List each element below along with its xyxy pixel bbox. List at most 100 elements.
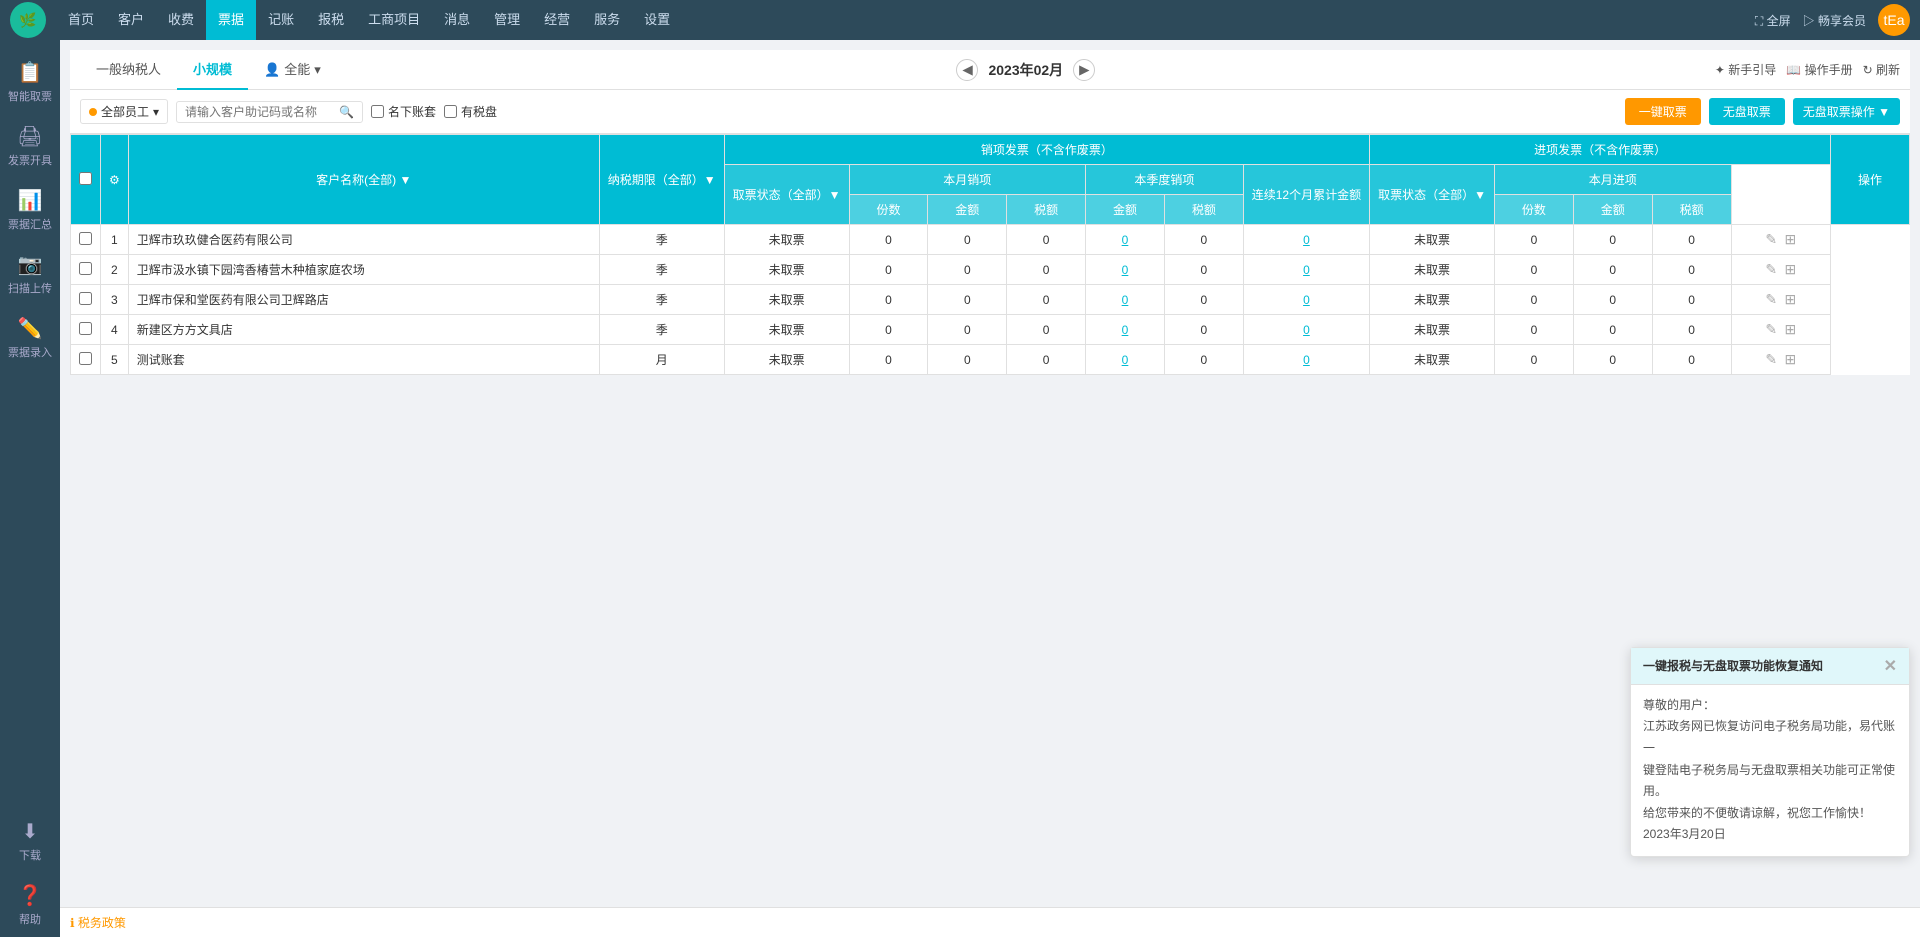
tabs-right-actions: ✦ 新手引导 📖 操作手册 ↻ 刷新 — [1715, 61, 1900, 78]
tab-general-taxpayer[interactable]: 一般纳税人 — [80, 50, 177, 90]
top-nav-item-票据[interactable]: 票据 — [206, 0, 256, 40]
table-row: 1 卫辉市玖玖健合医药有限公司 季 未取票 0 0 0 0 0 0 未取票 0 … — [71, 225, 1910, 255]
row-sales-q-amount: 0 — [1086, 255, 1165, 285]
edit-icon[interactable]: ✎ — [1765, 261, 1777, 277]
vip-btn[interactable]: ▷ 畅享会员 — [1803, 12, 1866, 29]
no-disk-ops-btn[interactable]: 无盘取票操作 ▼ — [1793, 98, 1900, 125]
manual-btn[interactable]: 📖 操作手册 — [1786, 61, 1852, 78]
col-customer-header: 客户名称(全部) ▼ — [128, 135, 599, 225]
sidebar-label: 票据录入 — [8, 344, 52, 360]
sidebar-icon: 📋 — [18, 60, 43, 85]
edit-icon[interactable]: ✎ — [1765, 291, 1777, 307]
row-checkbox[interactable] — [79, 322, 92, 335]
top-nav-item-设置[interactable]: 设置 — [632, 0, 682, 40]
edit-icon[interactable]: ✎ — [1765, 231, 1777, 247]
row-checkbox[interactable] — [79, 232, 92, 245]
notification-line: 给您带来的不便敬请谅解，祝您工作愉快！ — [1643, 803, 1897, 825]
settings-icon[interactable]: ⚙ — [109, 173, 120, 187]
search-input[interactable] — [185, 105, 335, 119]
row-purchase-m-amount: 0 — [1573, 255, 1652, 285]
col-action-header: 操作 — [1831, 135, 1910, 225]
col-purchase-monthly-header: 本月进项 — [1495, 165, 1732, 195]
top-nav-item-记账[interactable]: 记账 — [256, 0, 306, 40]
view-icon[interactable]: ⊞ — [1785, 231, 1797, 247]
one-key-fetch-btn[interactable]: 一键取票 — [1625, 98, 1701, 125]
avatar[interactable]: tEa — [1878, 4, 1910, 36]
tab-small-scale[interactable]: 小规模 — [177, 50, 248, 90]
under-account-checkbox[interactable] — [371, 105, 384, 118]
col-sales-yearly-header: 连续12个月累计金额 — [1243, 165, 1369, 225]
row-sales-m-amount: 0 — [928, 255, 1007, 285]
view-icon[interactable]: ⊞ — [1785, 321, 1797, 337]
row-purchase-status: 未取票 — [1370, 255, 1495, 285]
top-nav-item-收费[interactable]: 收费 — [156, 0, 206, 40]
top-nav-item-服务[interactable]: 服务 — [582, 0, 632, 40]
row-sales-m-amount: 0 — [928, 285, 1007, 315]
prev-month-btn[interactable]: ◀ — [956, 59, 978, 81]
row-tax-period: 季 — [599, 315, 724, 345]
row-actions: ✎ ⊞ — [1731, 315, 1831, 345]
sidebar-label: 智能取票 — [8, 88, 52, 104]
filter-dot — [89, 108, 97, 116]
row-actions: ✎ ⊞ — [1731, 255, 1831, 285]
row-sales-q-tax: 0 — [1164, 285, 1243, 315]
has-disk-checkbox[interactable] — [444, 105, 457, 118]
sidebar-icon: 📷 — [18, 252, 43, 277]
view-icon[interactable]: ⊞ — [1785, 291, 1797, 307]
notification-close-btn[interactable]: ✕ — [1884, 656, 1897, 676]
no-disk-fetch-btn[interactable]: 无盘取票 — [1709, 98, 1785, 125]
row-no-cell: 5 — [101, 345, 129, 375]
top-nav-right: ⛶ 全屏 ▷ 畅享会员 tEa — [1755, 4, 1910, 36]
top-nav-item-工商项目[interactable]: 工商项目 — [356, 0, 432, 40]
new-guide-btn[interactable]: ✦ 新手引导 — [1715, 61, 1776, 78]
sidebar-bottom-item-下载[interactable]: ⬇下载 — [0, 809, 60, 873]
row-sales-m-amount: 0 — [928, 315, 1007, 345]
tab-all[interactable]: 👤 全能 ▾ — [248, 50, 337, 90]
employee-filter[interactable]: 全部员工 ▾ — [80, 99, 168, 124]
col-purchase-m-count: 份数 — [1495, 195, 1574, 225]
sidebar-bottom-item-帮助[interactable]: ❓帮助 — [0, 873, 60, 937]
row-purchase-m-count: 0 — [1495, 225, 1574, 255]
row-checkbox[interactable] — [79, 292, 92, 305]
top-nav-item-消息[interactable]: 消息 — [432, 0, 482, 40]
sidebar-icon: 🖨 — [17, 124, 42, 149]
top-nav-item-报税[interactable]: 报税 — [306, 0, 356, 40]
sidebar-item-智能取票[interactable]: 📋 智能取票 — [0, 50, 60, 114]
top-nav-item-首页[interactable]: 首页 — [56, 0, 106, 40]
svg-text:🌿: 🌿 — [19, 12, 36, 29]
sidebar-label: 发票开具 — [8, 152, 52, 168]
fullscreen-btn[interactable]: ⛶ 全屏 — [1755, 12, 1791, 29]
row-sales-m-count: 0 — [849, 315, 928, 345]
row-sales-yearly: 0 — [1243, 225, 1369, 255]
view-icon[interactable]: ⊞ — [1785, 351, 1797, 367]
refresh-btn[interactable]: ↻ 刷新 — [1863, 61, 1900, 78]
row-sales-yearly: 0 — [1243, 315, 1369, 345]
top-nav-item-管理[interactable]: 管理 — [482, 0, 532, 40]
top-nav-item-客户[interactable]: 客户 — [106, 0, 156, 40]
edit-icon[interactable]: ✎ — [1765, 351, 1777, 367]
table-row: 4 新建区方方文具店 季 未取票 0 0 0 0 0 0 未取票 0 0 0 ✎… — [71, 315, 1910, 345]
row-checkbox[interactable] — [79, 352, 92, 365]
view-icon[interactable]: ⊞ — [1785, 261, 1797, 277]
sidebar-item-发票开具[interactable]: 🖨 发票开具 — [0, 114, 60, 178]
row-purchase-m-amount: 0 — [1573, 285, 1652, 315]
row-sales-q-tax: 0 — [1164, 225, 1243, 255]
top-nav-item-经营[interactable]: 经营 — [532, 0, 582, 40]
sidebar-item-扫描上传[interactable]: 📷扫描上传 — [0, 242, 60, 306]
notification-popup: 一键报税与无盘取票功能恢复通知 ✕ 尊敬的用户：江苏政务网已恢复访问电子税务局功… — [1630, 647, 1910, 857]
row-purchase-m-count: 0 — [1495, 345, 1574, 375]
next-month-btn[interactable]: ▶ — [1073, 59, 1095, 81]
sidebar-item-票据录入[interactable]: ✏️票据录入 — [0, 306, 60, 370]
edit-icon[interactable]: ✎ — [1765, 321, 1777, 337]
col-tax-period-header: 纳税期限（全部）▼ — [599, 135, 724, 225]
select-all-checkbox[interactable] — [79, 172, 92, 185]
sidebar-item-票据汇总[interactable]: 📊票据汇总 — [0, 178, 60, 242]
under-account-filter[interactable]: 名下账套 — [371, 103, 436, 120]
has-disk-filter[interactable]: 有税盘 — [444, 103, 497, 120]
row-purchase-m-count: 0 — [1495, 315, 1574, 345]
search-icon[interactable]: 🔍 — [339, 105, 354, 119]
tax-policy-link[interactable]: ℹ 税务政策 — [70, 914, 126, 931]
col-purchase-m-tax: 税额 — [1652, 195, 1731, 225]
row-tax-period: 月 — [599, 345, 724, 375]
row-checkbox[interactable] — [79, 262, 92, 275]
